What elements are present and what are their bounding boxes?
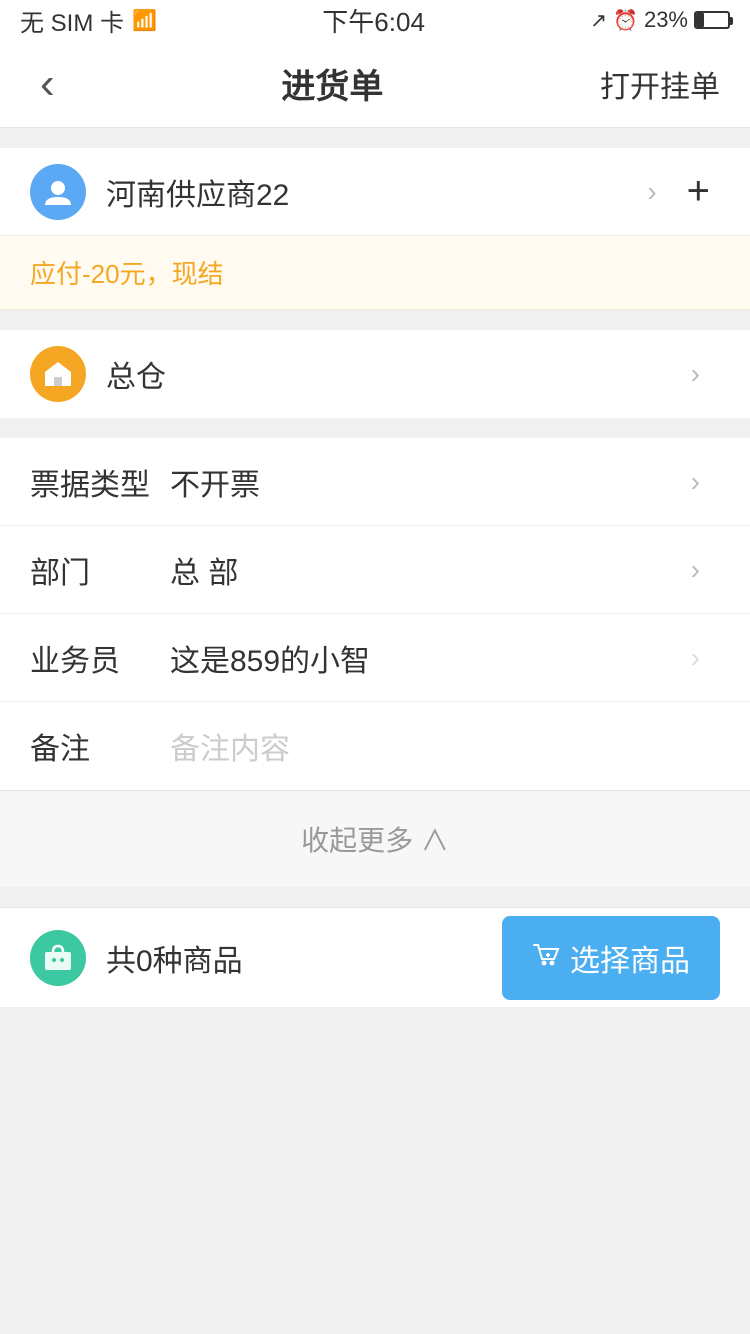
product-icon	[30, 930, 86, 986]
notice-text: 应付-20元，现结	[30, 259, 224, 289]
notice-bar: 应付-20元，现结	[0, 236, 750, 310]
invoice-type-label: 票据类型	[30, 460, 170, 504]
department-row[interactable]: 部门 总 部 ›	[0, 526, 750, 614]
supplier-avatar	[30, 164, 86, 220]
page-title: 进货单	[281, 59, 383, 108]
collapse-text: 收起更多 ∧	[301, 825, 449, 856]
alarm-icon: ⏰	[613, 8, 638, 33]
remark-row[interactable]: 备注 备注内容	[0, 702, 750, 790]
carrier-text: 无 SIM 卡	[20, 3, 124, 38]
salesperson-value: 这是859的小智	[170, 636, 691, 680]
department-value: 总 部	[170, 548, 691, 592]
gap-1	[0, 128, 750, 148]
warehouse-icon	[30, 346, 86, 402]
select-button-label: 选择商品	[570, 936, 690, 980]
warehouse-row[interactable]: 总仓 ›	[0, 330, 750, 418]
form-section: 票据类型 不开票 › 部门 总 部 › 业务员 这是859的小智 › 备注 备注…	[0, 438, 750, 790]
salesperson-label: 业务员	[30, 636, 170, 680]
supplier-row[interactable]: 河南供应商22 › +	[0, 148, 750, 236]
back-button[interactable]: ‹	[30, 49, 65, 119]
time-display: 下午6:04	[322, 2, 425, 39]
gap-3	[0, 418, 750, 438]
invoice-type-chevron-icon: ›	[691, 466, 700, 498]
product-count-text: 共0种商品	[106, 936, 502, 980]
salesperson-chevron-icon: ›	[691, 642, 700, 674]
warehouse-section: 总仓 ›	[0, 330, 750, 418]
invoice-type-row[interactable]: 票据类型 不开票 ›	[0, 438, 750, 526]
supplier-name: 河南供应商22	[106, 170, 647, 214]
battery-text: 23%	[644, 7, 688, 33]
nav-bar: ‹ 进货单 打开挂单	[0, 40, 750, 128]
collapse-button[interactable]: 收起更多 ∧	[0, 790, 750, 887]
rest-area	[0, 1007, 750, 1307]
status-right: ↗ ⏰ 23%	[590, 7, 730, 33]
gap-2	[0, 310, 750, 330]
status-left: 无 SIM 卡 📶	[20, 3, 157, 38]
department-label: 部门	[30, 548, 170, 592]
supplier-chevron-icon: ›	[647, 176, 656, 208]
cart-icon	[532, 941, 560, 975]
wifi-icon: 📶	[132, 8, 157, 33]
location-icon: ↗	[590, 8, 607, 33]
remark-label: 备注	[30, 724, 170, 768]
battery-indicator	[694, 11, 730, 29]
supplier-section: 河南供应商22 › + 应付-20元，现结	[0, 148, 750, 310]
gap-4	[0, 887, 750, 907]
warehouse-chevron-icon: ›	[691, 358, 700, 390]
invoice-type-value: 不开票	[170, 460, 691, 504]
select-product-button[interactable]: 选择商品	[502, 916, 720, 1000]
bottom-bar: 共0种商品 选择商品	[0, 907, 750, 1007]
status-bar: 无 SIM 卡 📶 下午6:04 ↗ ⏰ 23%	[0, 0, 750, 40]
warehouse-name: 总仓	[106, 352, 691, 396]
salesperson-row[interactable]: 业务员 这是859的小智 ›	[0, 614, 750, 702]
remark-input[interactable]: 备注内容	[170, 724, 720, 768]
add-supplier-button[interactable]: +	[677, 169, 720, 214]
open-pending-button[interactable]: 打开挂单	[600, 62, 720, 106]
department-chevron-icon: ›	[691, 554, 700, 586]
